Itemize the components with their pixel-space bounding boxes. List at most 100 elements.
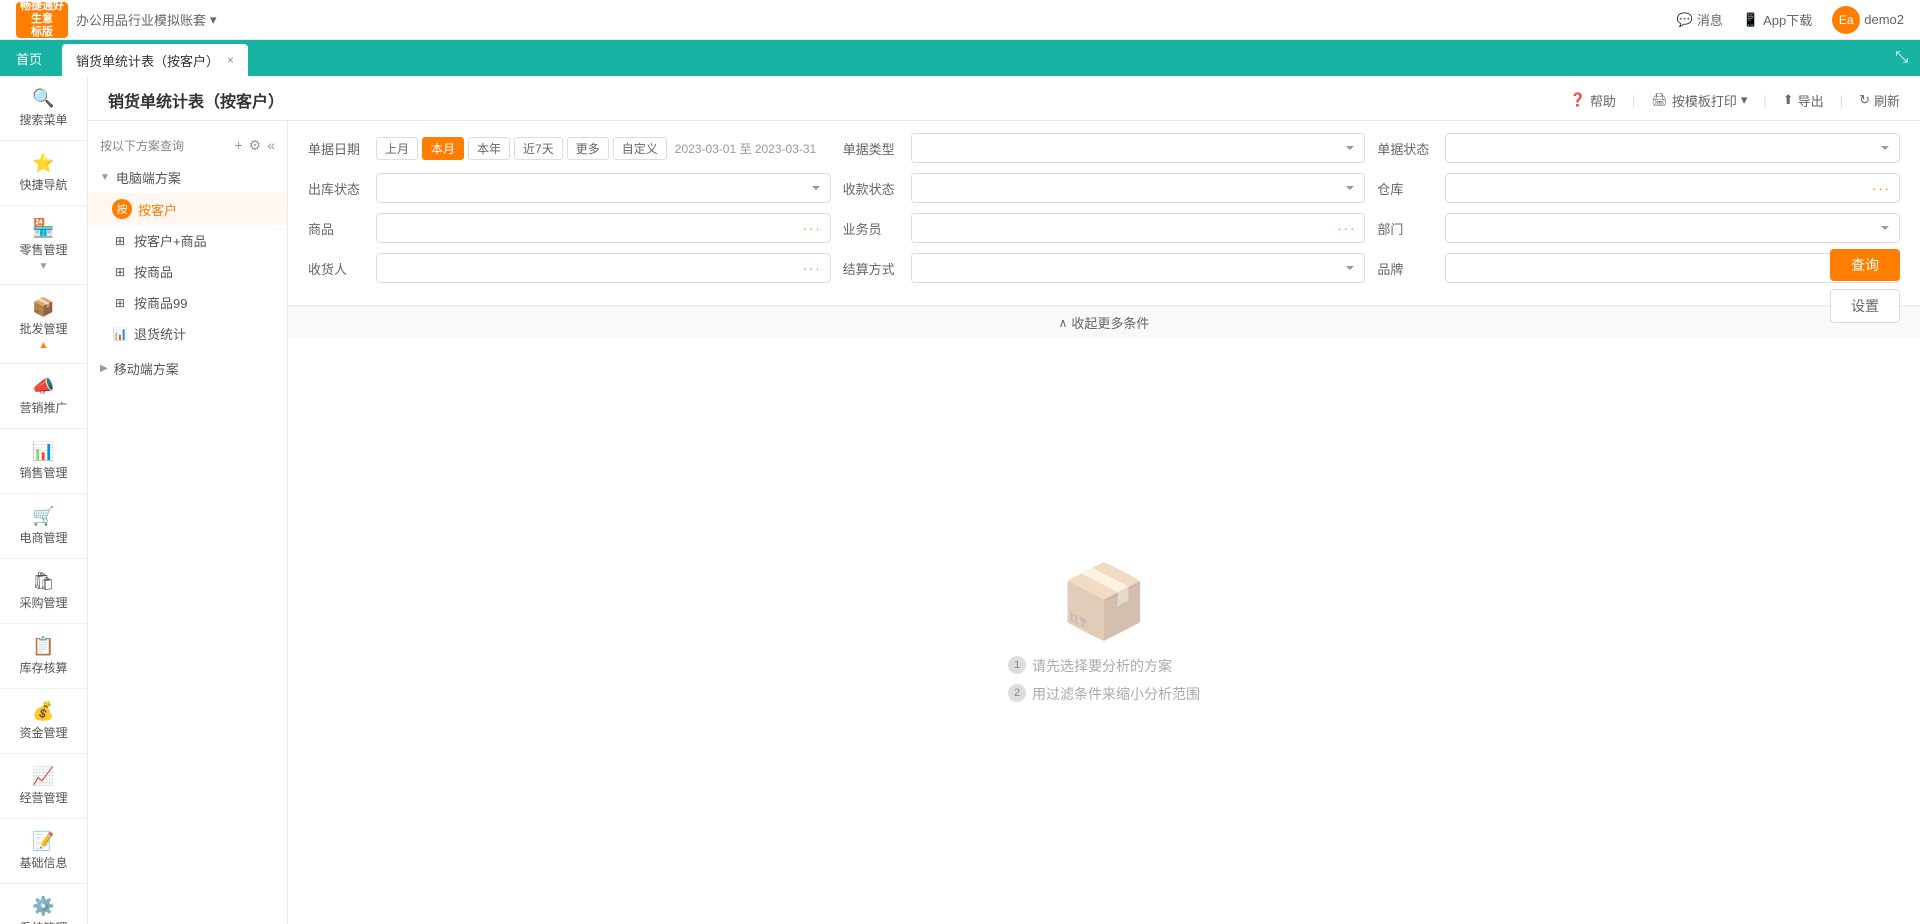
user-menu[interactable]: Ea demo2 [1832,6,1904,34]
settings-scheme-button[interactable]: ⚙ [249,137,262,154]
filter-row-1: 单据日期 上月 本月 本年 近7天 更多 自定义 2023-03-01 至 20… [308,133,1900,163]
export-button[interactable]: ⬆ 导出 [1783,91,1824,110]
salesman-dots[interactable]: ··· [1337,221,1356,236]
settings-button[interactable]: 设置 [1830,289,1900,323]
sidebar-item-label: 搜索菜单 [8,111,79,128]
date-btn-more[interactable]: 更多 [567,137,609,160]
sidebar-item-basic[interactable]: 📝 基础信息 [0,819,87,884]
settlement-label: 结算方式 [843,259,903,278]
tree-item-return-stats[interactable]: 📊 退货统计 [88,318,287,349]
sidebar-item-ecommerce[interactable]: 🛒 电商管理 [0,494,87,559]
app-icon: 📱 [1743,12,1759,28]
goods-dots[interactable]: ··· [803,221,822,236]
search-icon: 🔍 [8,88,79,109]
tree-item-by-customer[interactable]: 按 按客户 [88,193,287,225]
sidebar-item-sales[interactable]: 📊 销售管理 [0,429,87,494]
page-title: 销货单统计表（按客户） [108,88,284,112]
settlement-select[interactable] [911,253,1366,283]
sidebar-item-system[interactable]: ⚙️ 系统管理 [0,884,87,924]
filter-ship-status: 出库状态 [308,173,831,203]
ship-status-select[interactable] [376,173,831,203]
refresh-button[interactable]: ↻ 刷新 [1859,91,1900,110]
tree-group-label: 电脑端方案 [116,168,181,187]
warehouse-dots[interactable]: ··· [1872,181,1891,196]
tree-item-goods99[interactable]: ⊞ 按商品99 [88,287,287,318]
receiver-multi-select[interactable]: ··· [376,253,831,283]
sidebar-item-finance[interactable]: 💰 资金管理 [0,689,87,754]
sidebar: 🔍 搜索菜单 ⭐ 快捷导航 🏪 零售管理 ▼ 📦 批发管理 ▲ 📣 营销推广 📊… [0,76,88,924]
grid3-icon: ⊞ [112,295,128,311]
goods-label: 商品 [308,219,368,238]
star-icon: ⭐ [8,153,79,174]
date-btn-last-month[interactable]: 上月 [376,137,418,160]
date-btn-this-year[interactable]: 本年 [468,137,510,160]
pay-status-select[interactable] [911,173,1366,203]
panel-actions: + ⚙ « [234,137,275,154]
tree-arrow-collapsed-icon: ▶ [100,363,108,374]
dept-select[interactable] [1445,213,1900,243]
sidebar-item-label: 零售管理 [8,241,79,258]
receiver-dots[interactable]: ··· [803,261,822,276]
sidebar-item-search[interactable]: 🔍 搜索菜单 [0,76,87,141]
topbar: 畅捷通好生意 标版 办公用品行业模拟账套 ▾ 💬 消息 📱 App下载 Ea d… [0,0,1920,40]
grid-icon: ⊞ [112,233,128,249]
app-download-button[interactable]: 📱 App下载 [1743,10,1812,29]
industry-selector[interactable]: 办公用品行业模拟账套 ▾ [76,10,217,29]
panel-title: 按以下方案查询 [100,137,184,154]
tab-home[interactable]: 首页 [0,40,58,76]
warehouse-multi-select[interactable]: ··· [1445,173,1900,203]
content-area: 销货单统计表（按客户） ❓ 帮助 | 🖨 按模板打印 ▾ | ⬆ 导出 | [88,76,1920,924]
goods-multi-select[interactable]: ··· [376,213,831,243]
right-panel: 单据日期 上月 本月 本年 近7天 更多 自定义 2023-03-01 至 20… [288,121,1920,924]
collapse-filters-button[interactable]: ∧ 收起更多条件 [288,306,1920,338]
date-btn-7days[interactable]: 近7天 [514,137,563,160]
bar-icon: 📊 [112,326,128,342]
export-icon: ⬆ [1783,92,1794,108]
sidebar-item-business[interactable]: 📈 经营管理 [0,754,87,819]
tree-item-goods[interactable]: ⊞ 按商品 [88,256,287,287]
empty-state: 📦 1 请先选择要分析的方案 2 用过滤条件来缩小分析范围 [288,338,1920,924]
inventory-icon: 📋 [8,636,79,657]
sidebar-item-retail[interactable]: 🏪 零售管理 ▼ [0,206,87,285]
sidebar-item-marketing[interactable]: 📣 营销推广 [0,364,87,429]
tab-close-icon[interactable]: × [227,53,234,67]
print-button[interactable]: 🖨 按模板打印 ▾ [1651,91,1747,110]
grid2-icon: ⊞ [112,264,128,280]
empty-hint-2: 2 用过滤条件来缩小分析范围 [1008,684,1200,704]
sidebar-item-wholesale[interactable]: 📦 批发管理 ▲ [0,285,87,364]
logo: 畅捷通好生意 标版 [16,2,68,38]
tree-group-mobile[interactable]: ▶ 移动端方案 [88,353,287,384]
help-button[interactable]: ❓ 帮助 [1570,91,1616,110]
print-icon: 🖨 [1651,92,1668,108]
brand-label: 品牌 [1377,259,1437,278]
filter-receiver: 收货人 ··· [308,253,831,283]
purchase-icon: 🛍 [8,571,79,592]
order-type-label: 单据类型 [843,139,903,158]
tab-maximize-icon[interactable]: ⤡ [1895,49,1908,67]
order-status-select[interactable] [1445,133,1900,163]
message-button[interactable]: 💬 消息 [1677,10,1723,29]
logo-text: 畅捷通好生意 标版 [16,0,68,39]
sidebar-item-label: 基础信息 [8,854,79,871]
sidebar-item-inventory[interactable]: 📋 库存核算 [0,624,87,689]
tree-group-desktop[interactable]: ▼ 电脑端方案 [88,162,287,193]
filter-row-4: 收货人 ··· 结算方式 [308,253,1900,283]
filter-pay-status: 收款状态 [843,173,1366,203]
query-button[interactable]: 查询 [1830,249,1900,281]
sidebar-item-purchase[interactable]: 🛍 采购管理 [0,559,87,624]
tab-sales-stats[interactable]: 销货单统计表（按客户） × [62,44,248,76]
salesman-multi-select[interactable]: ··· [911,213,1366,243]
page-actions: ❓ 帮助 | 🖨 按模板打印 ▾ | ⬆ 导出 | ↻ 刷新 [1570,91,1900,110]
action-buttons: 查询 设置 [1830,249,1900,323]
sidebar-item-navigation[interactable]: ⭐ 快捷导航 [0,141,87,206]
date-group: 上月 本月 本年 近7天 更多 自定义 2023-03-01 至 2023-03… [376,137,816,160]
ship-status-label: 出库状态 [308,179,368,198]
filter-row-3: 商品 ··· 业务员 ··· [308,213,1900,243]
collapse-panel-button[interactable]: « [267,137,275,154]
order-type-select[interactable] [911,133,1366,163]
add-scheme-button[interactable]: + [234,137,242,154]
date-btn-custom[interactable]: 自定义 [613,137,667,160]
date-btn-this-month[interactable]: 本月 [422,137,464,160]
tree-item-customer-goods[interactable]: ⊞ 按客户+商品 [88,225,287,256]
left-panel: 按以下方案查询 + ⚙ « ▼ 电脑端方案 按 按客户 [88,121,288,924]
